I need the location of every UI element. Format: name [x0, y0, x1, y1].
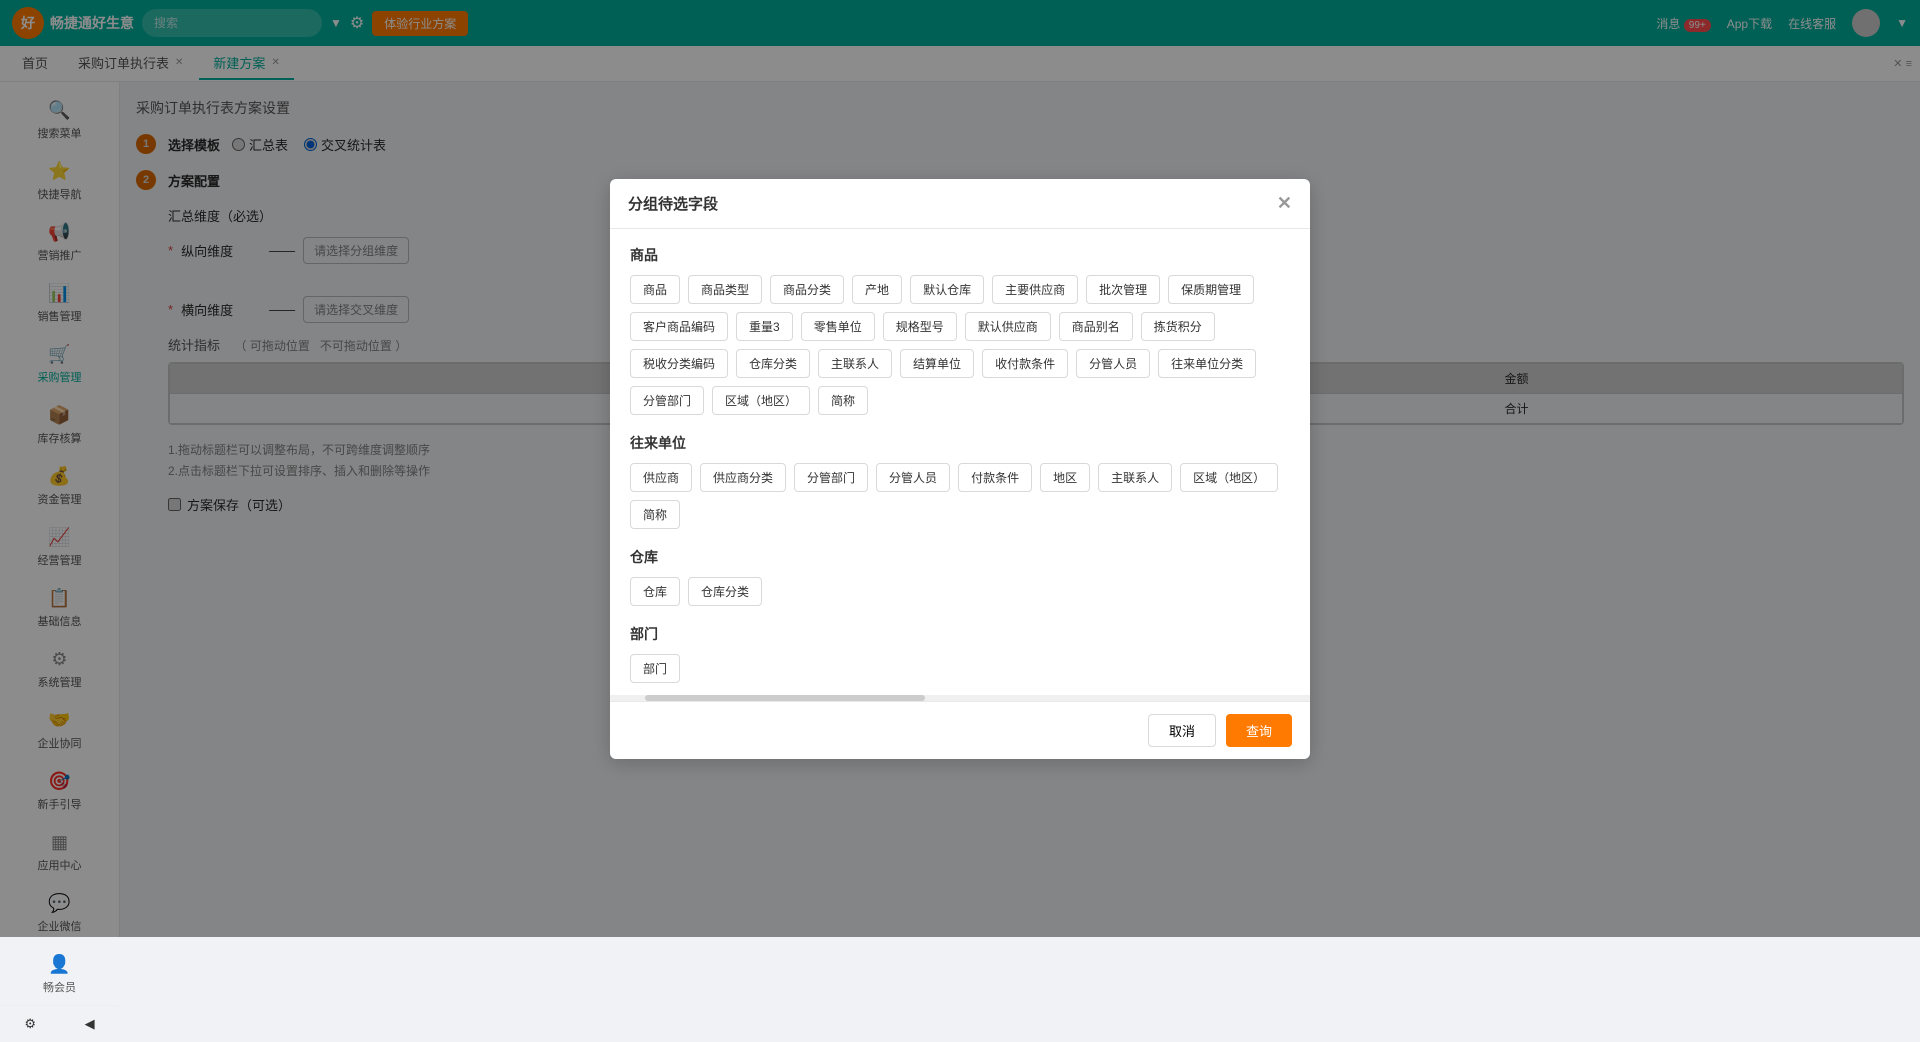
sidebar-item-member[interactable]: 👤 畅会员	[0, 944, 119, 1005]
tag-goods-17[interactable]: 仓库分类	[736, 349, 810, 378]
tag-partner-3[interactable]: 分管部门	[794, 463, 868, 492]
section-partner-title: 往来单位	[630, 433, 1290, 453]
warehouse-tags: 仓库 仓库分类	[630, 577, 1290, 606]
cancel-button[interactable]: 取消	[1148, 714, 1216, 747]
modal-close-icon[interactable]: ✕	[1277, 193, 1292, 214]
modal-title: 分组待选字段	[628, 193, 718, 214]
modal-horizontal-scrollbar[interactable]	[610, 695, 1310, 700]
tag-partner-7[interactable]: 主联系人	[1098, 463, 1172, 492]
tag-warehouse-1[interactable]: 仓库	[630, 577, 680, 606]
tag-goods-10[interactable]: 重量3	[736, 312, 793, 341]
tag-goods-13[interactable]: 默认供应商	[965, 312, 1051, 341]
tag-goods-22[interactable]: 往来单位分类	[1158, 349, 1256, 378]
modal-overlay: 分组待选字段 ✕ 商品 商品 商品类型 商品分类 产地 默认仓库 主要供应商 批…	[0, 0, 1920, 937]
tag-goods-2[interactable]: 商品类型	[688, 275, 762, 304]
tag-goods-16[interactable]: 税收分类编码	[630, 349, 728, 378]
tag-partner-9[interactable]: 简称	[630, 500, 680, 529]
tag-goods-11[interactable]: 零售单位	[801, 312, 875, 341]
section-dept: 部门 部门	[630, 624, 1290, 683]
section-partner: 往来单位 供应商 供应商分类 分管部门 分管人员 付款条件 地区 主联系人 区域…	[630, 433, 1290, 529]
confirm-button[interactable]: 查询	[1226, 714, 1292, 747]
sidebar-bottom: ⚙ ◀	[0, 1005, 119, 1042]
tag-goods-19[interactable]: 结算单位	[900, 349, 974, 378]
tag-goods-8[interactable]: 保质期管理	[1168, 275, 1254, 304]
goods-tags: 商品 商品类型 商品分类 产地 默认仓库 主要供应商 批次管理 保质期管理 客户…	[630, 275, 1290, 415]
tag-partner-4[interactable]: 分管人员	[876, 463, 950, 492]
sidebar-collapse-icon[interactable]: ◀	[85, 1016, 95, 1032]
tag-goods-14[interactable]: 商品别名	[1059, 312, 1133, 341]
tag-goods-23[interactable]: 分管部门	[630, 386, 704, 415]
tag-partner-1[interactable]: 供应商	[630, 463, 692, 492]
tag-goods-25[interactable]: 简称	[818, 386, 868, 415]
tag-partner-5[interactable]: 付款条件	[958, 463, 1032, 492]
section-dept-title: 部门	[630, 624, 1290, 644]
tag-partner-8[interactable]: 区域（地区）	[1180, 463, 1278, 492]
user-icon: 👤	[48, 954, 70, 975]
partner-tags: 供应商 供应商分类 分管部门 分管人员 付款条件 地区 主联系人 区域（地区） …	[630, 463, 1290, 529]
tag-goods-20[interactable]: 收付款条件	[982, 349, 1068, 378]
modal-footer: 取消 查询	[610, 701, 1310, 759]
tag-partner-2[interactable]: 供应商分类	[700, 463, 786, 492]
dept-tags: 部门	[630, 654, 1290, 683]
tag-goods-7[interactable]: 批次管理	[1086, 275, 1160, 304]
field-selector-modal: 分组待选字段 ✕ 商品 商品 商品类型 商品分类 产地 默认仓库 主要供应商 批…	[610, 179, 1310, 759]
tag-warehouse-2[interactable]: 仓库分类	[688, 577, 762, 606]
modal-body[interactable]: 商品 商品 商品类型 商品分类 产地 默认仓库 主要供应商 批次管理 保质期管理…	[610, 229, 1310, 696]
tag-dept-1[interactable]: 部门	[630, 654, 680, 683]
sidebar-settings-icon[interactable]: ⚙	[24, 1016, 36, 1032]
tag-goods-4[interactable]: 产地	[852, 275, 902, 304]
modal-header: 分组待选字段 ✕	[610, 179, 1310, 229]
section-goods: 商品 商品 商品类型 商品分类 产地 默认仓库 主要供应商 批次管理 保质期管理…	[630, 245, 1290, 415]
tag-goods-3[interactable]: 商品分类	[770, 275, 844, 304]
tag-goods-1[interactable]: 商品	[630, 275, 680, 304]
tag-goods-5[interactable]: 默认仓库	[910, 275, 984, 304]
tag-goods-6[interactable]: 主要供应商	[992, 275, 1078, 304]
tag-goods-18[interactable]: 主联系人	[818, 349, 892, 378]
tag-goods-24[interactable]: 区域（地区）	[712, 386, 810, 415]
tag-goods-9[interactable]: 客户商品编码	[630, 312, 728, 341]
tag-goods-21[interactable]: 分管人员	[1076, 349, 1150, 378]
section-warehouse-title: 仓库	[630, 547, 1290, 567]
tag-goods-12[interactable]: 规格型号	[883, 312, 957, 341]
tag-partner-6[interactable]: 地区	[1040, 463, 1090, 492]
section-goods-title: 商品	[630, 245, 1290, 265]
tag-goods-15[interactable]: 拣货积分	[1141, 312, 1215, 341]
section-warehouse: 仓库 仓库 仓库分类	[630, 547, 1290, 606]
